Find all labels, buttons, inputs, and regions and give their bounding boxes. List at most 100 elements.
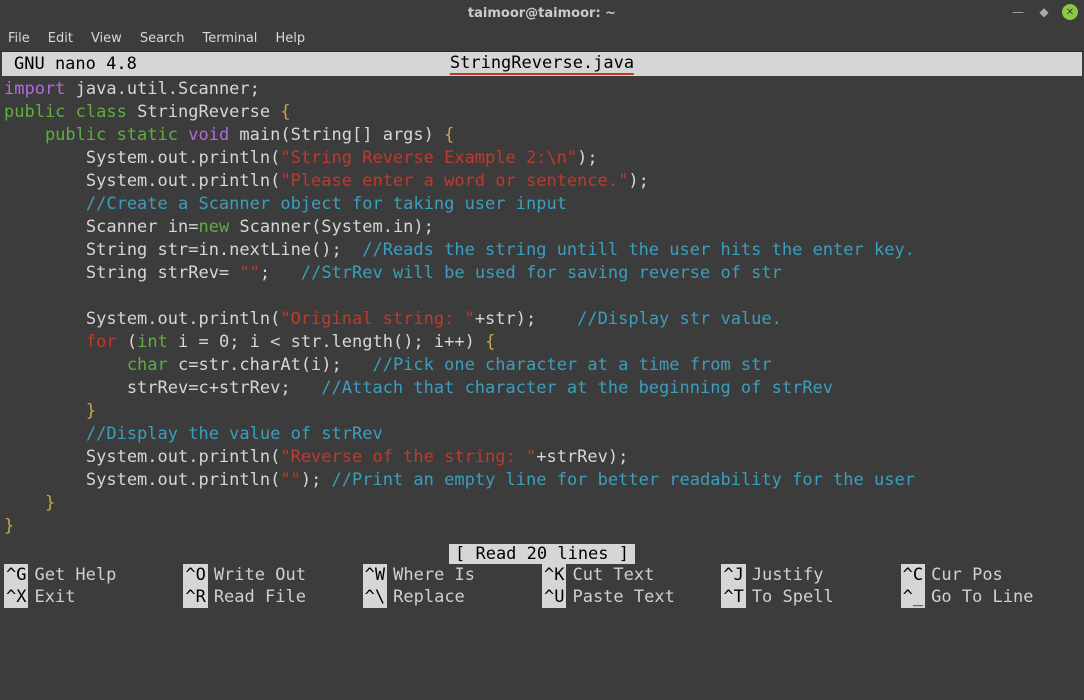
shortcut-label: Cut Text xyxy=(572,564,654,586)
code-token: Scanner in= xyxy=(4,217,198,237)
code-token: } xyxy=(4,401,96,421)
shortcut-exit[interactable]: ^X Exit xyxy=(4,586,183,608)
shortcut-to-spell[interactable]: ^T To Spell xyxy=(721,586,900,608)
shortcut-key: ^R xyxy=(183,586,207,608)
shortcut-go-to-line[interactable]: ^_ Go To Line xyxy=(901,586,1080,608)
shortcut-label: Cur Pos xyxy=(931,564,1003,586)
menu-help[interactable]: Help xyxy=(275,31,305,46)
shortcut-key: ^\ xyxy=(363,586,387,608)
shortcut-label: Get Help xyxy=(34,564,116,586)
code-token: strRev=c+strRev; xyxy=(4,378,291,398)
code-token: //StrRev will be used for saving reverse… xyxy=(270,263,782,283)
shortcut-read-file[interactable]: ^R Read File xyxy=(183,586,362,608)
code-token: +strRev); xyxy=(536,447,628,467)
window-titlebar: taimoor@taimoor: ~ — ◆ ✕ xyxy=(0,0,1084,26)
code-token: System.out.println( xyxy=(4,470,280,490)
minimize-icon[interactable]: — xyxy=(1010,4,1026,20)
shortcut-where-is[interactable]: ^W Where Is xyxy=(363,564,542,586)
code-token: +str); xyxy=(475,309,536,329)
nano-app-name: GNU nano 4.8 xyxy=(2,54,137,74)
code-token: //Pick one character at a time from str xyxy=(342,355,772,375)
close-icon[interactable]: ✕ xyxy=(1062,4,1078,20)
shortcut-key: ^K xyxy=(542,564,566,586)
code-token: System.out.println( xyxy=(4,171,280,191)
shortcut-label: Replace xyxy=(393,586,465,608)
code-token: String str=in.nextLine(); xyxy=(4,240,342,260)
code-token: i = 0; i < str.length(); i++) xyxy=(168,332,485,352)
code-token: for xyxy=(4,332,117,352)
code-token: { xyxy=(485,332,495,352)
code-token: "" xyxy=(239,263,259,283)
menu-file[interactable]: File xyxy=(8,31,30,46)
shortcut-justify[interactable]: ^JJustify xyxy=(721,564,900,586)
menu-view[interactable]: View xyxy=(91,31,122,46)
code-token: ; xyxy=(260,263,270,283)
menubar: File Edit View Search Terminal Help xyxy=(0,26,1084,52)
code-token: "String Reverse Example 2:\n" xyxy=(280,148,577,168)
shortcut-key: ^X xyxy=(4,586,28,608)
nano-shortcuts: ^G Get Help ^OWrite Out ^W Where Is ^K Cut … xyxy=(2,564,1082,608)
nano-header: GNU nano 4.8 StringReverse.java xyxy=(2,52,1082,76)
code-token: "Please enter a word or sentence." xyxy=(280,171,628,191)
code-token: java.util.Scanner; xyxy=(65,79,259,99)
code-token: "" xyxy=(280,470,300,490)
shortcut-key: ^O xyxy=(183,564,207,586)
shortcut-key: ^G xyxy=(4,564,28,586)
code-token: Scanner(System.in); xyxy=(229,217,434,237)
code-token: public static xyxy=(4,125,178,145)
code-token: import xyxy=(4,79,65,99)
nano-status-text: [ Read 20 lines ] xyxy=(449,544,635,564)
shortcut-key: ^W xyxy=(363,564,387,586)
code-token: StringReverse xyxy=(127,102,281,122)
shortcut-label: Exit xyxy=(34,586,75,608)
editor-content[interactable]: import java.util.Scanner; public class S… xyxy=(2,76,1082,538)
code-token: //Reads the string untill the user hits … xyxy=(342,240,915,260)
shortcut-key: ^T xyxy=(721,586,745,608)
code-token: ); xyxy=(577,148,597,168)
nano-status-line: [ Read 20 lines ] xyxy=(2,544,1082,564)
code-token: ( xyxy=(117,332,137,352)
code-token: //Print an empty line for better readabi… xyxy=(321,470,915,490)
shortcut-key: ^J xyxy=(721,564,745,586)
code-token: main(String[] args) xyxy=(229,125,444,145)
code-token: String strRev= xyxy=(4,263,239,283)
code-token: int xyxy=(137,332,168,352)
code-token: } xyxy=(4,493,55,513)
code-token: } xyxy=(4,516,14,536)
shortcut-key: ^_ xyxy=(901,586,925,608)
shortcut-label: Paste Text xyxy=(572,586,674,608)
code-token: char xyxy=(4,355,168,375)
code-token: public class xyxy=(4,102,127,122)
code-token: //Attach that character at the beginning… xyxy=(291,378,833,398)
maximize-icon[interactable]: ◆ xyxy=(1036,4,1052,20)
shortcut-key: ^C xyxy=(901,564,925,586)
code-token: System.out.println( xyxy=(4,447,280,467)
code-token: System.out.println( xyxy=(4,148,280,168)
code-token: //Display the value of strRev xyxy=(4,424,383,444)
code-token: "Original string: " xyxy=(280,309,474,329)
shortcut-cut-text[interactable]: ^K Cut Text xyxy=(542,564,721,586)
code-token: c=str.charAt(i); xyxy=(168,355,342,375)
code-token: ); xyxy=(628,171,648,191)
shortcut-label: Read File xyxy=(214,586,306,608)
code-token: void xyxy=(178,125,229,145)
menu-terminal[interactable]: Terminal xyxy=(202,31,257,46)
window-title: taimoor@taimoor: ~ xyxy=(468,6,616,21)
code-token: ); xyxy=(301,470,321,490)
shortcut-get-help[interactable]: ^G Get Help xyxy=(4,564,183,586)
shortcut-label: To Spell xyxy=(752,586,834,608)
shortcut-label: Where Is xyxy=(393,564,475,586)
code-token: { xyxy=(280,102,290,122)
shortcut-replace[interactable]: ^\ Replace xyxy=(363,586,542,608)
shortcut-write-out[interactable]: ^OWrite Out xyxy=(183,564,362,586)
code-token: //Create a Scanner object for taking use… xyxy=(4,194,567,214)
shortcut-paste-text[interactable]: ^UPaste Text xyxy=(542,586,721,608)
terminal-area[interactable]: GNU nano 4.8 StringReverse.java import j… xyxy=(0,52,1084,608)
window-controls: — ◆ ✕ xyxy=(1010,4,1078,20)
shortcut-cur-pos[interactable]: ^C Cur Pos xyxy=(901,564,1080,586)
shortcut-label: Go To Line xyxy=(931,586,1033,608)
menu-edit[interactable]: Edit xyxy=(48,31,73,46)
code-token: new xyxy=(198,217,229,237)
menu-search[interactable]: Search xyxy=(140,31,185,46)
code-token: //Display str value. xyxy=(536,309,782,329)
